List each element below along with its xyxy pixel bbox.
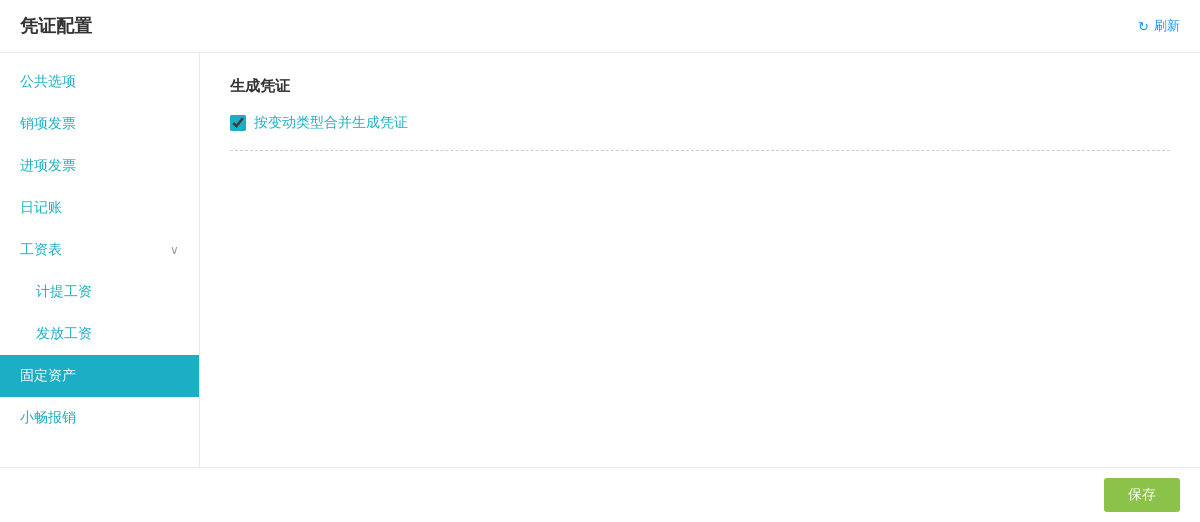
sidebar-item-purchase-invoice[interactable]: 进项发票 <box>0 145 199 187</box>
section-divider <box>230 150 1170 151</box>
page-body: 公共选项销项发票进项发票日记账工资表 ∨ 计提工资发放工资固定资产小畅报销 生成凭证… <box>0 53 1200 467</box>
sidebar-item-sales-invoice[interactable]: 销项发票 <box>0 103 199 145</box>
sidebar-item-label-fixed-assets: 固定资产 <box>20 367 76 385</box>
sidebar-item-label-payroll-table: 工资表 <box>20 241 62 259</box>
sidebar-item-public-options[interactable]: 公共选项 <box>0 61 199 103</box>
sidebar-item-label-purchase-invoice: 进项发票 <box>20 157 76 175</box>
save-button[interactable]: 保存 <box>1104 478 1180 512</box>
merge-checkbox[interactable] <box>230 115 246 131</box>
sidebar-item-pay-payroll[interactable]: 发放工资 <box>0 313 199 355</box>
sidebar: 公共选项销项发票进项发票日记账工资表 ∨ 计提工资发放工资固定资产小畅报销 <box>0 53 200 467</box>
page-title: 凭证配置 <box>20 14 92 38</box>
sidebar-item-label-expense-reimburse: 小畅报销 <box>20 409 76 427</box>
sidebar-item-label-calc-payroll: 计提工资 <box>36 283 92 301</box>
refresh-label: 刷新 <box>1154 17 1180 35</box>
sidebar-item-label-journal: 日记账 <box>20 199 62 217</box>
sidebar-item-label-pay-payroll: 发放工资 <box>36 325 92 343</box>
sidebar-item-payroll-table[interactable]: 工资表 ∨ <box>0 229 199 271</box>
sidebar-item-calc-payroll[interactable]: 计提工资 <box>0 271 199 313</box>
sidebar-item-label-public-options: 公共选项 <box>20 73 76 91</box>
sidebar-item-expense-reimburse[interactable]: 小畅报销 <box>0 397 199 439</box>
checkbox-row: 按变动类型合并生成凭证 <box>230 114 1170 132</box>
section-title: 生成凭证 <box>230 77 1170 96</box>
chevron-down-icon: ∨ <box>170 243 179 257</box>
sidebar-item-fixed-assets[interactable]: 固定资产 <box>0 355 199 397</box>
refresh-button[interactable]: ↻ 刷新 <box>1136 17 1180 35</box>
sidebar-item-label-sales-invoice: 销项发票 <box>20 115 76 133</box>
merge-checkbox-label[interactable]: 按变动类型合并生成凭证 <box>254 114 408 132</box>
page-footer: 保存 <box>0 467 1200 522</box>
refresh-icon: ↻ <box>1136 19 1150 33</box>
page-header: 凭证配置 ↻ 刷新 <box>0 0 1200 53</box>
main-content: 生成凭证 按变动类型合并生成凭证 <box>200 53 1200 467</box>
page-wrapper: 凭证配置 ↻ 刷新 公共选项销项发票进项发票日记账工资表 ∨ 计提工资发放工资固定资… <box>0 0 1200 522</box>
sidebar-item-journal[interactable]: 日记账 <box>0 187 199 229</box>
